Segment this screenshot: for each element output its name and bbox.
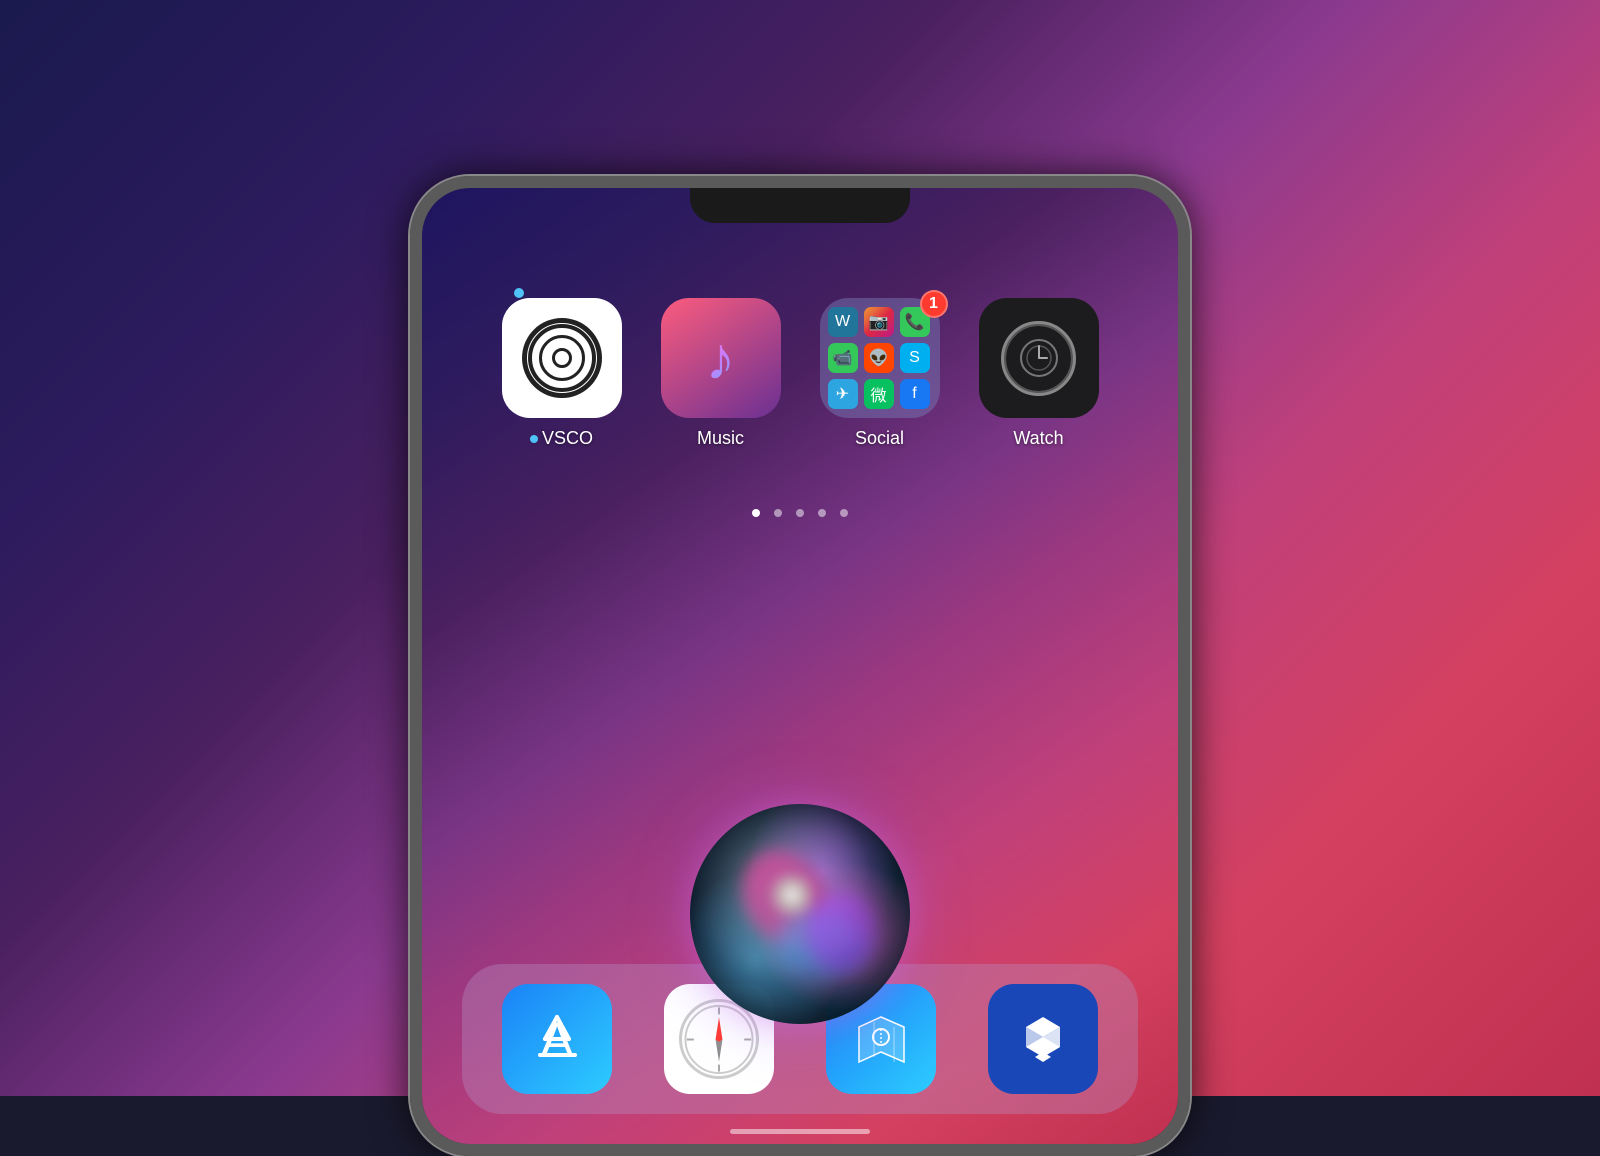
vsco-label: VSCO: [542, 428, 593, 449]
skype-mini-icon: S: [900, 343, 930, 373]
social-label: Social: [855, 428, 904, 449]
siri-center-glow: [767, 870, 817, 920]
page-dot-3[interactable]: [818, 509, 826, 517]
app-row: VSCO ♪ Music W: [422, 268, 1178, 459]
social-folder-icon[interactable]: W 📷 📞 📹 👽 S ✈ 微 f 1: [820, 298, 940, 418]
vsco-center: [552, 348, 572, 368]
siri-orb-container[interactable]: [690, 804, 910, 1024]
volume-up-button[interactable]: [410, 428, 412, 498]
volume-down-button[interactable]: [410, 518, 412, 588]
vsco-icon[interactable]: [502, 298, 622, 418]
watch-label: Watch: [1013, 428, 1063, 449]
wordpress-mini-icon: W: [828, 307, 858, 337]
appstore-symbol: A: [525, 1007, 590, 1072]
watch-face-svg: [1019, 338, 1059, 378]
music-label: Music: [697, 428, 744, 449]
silent-switch[interactable]: [410, 358, 412, 403]
facetime-mini-icon: 📹: [828, 343, 858, 373]
dock-item-appstore[interactable]: A: [502, 984, 612, 1094]
vsco-label-container: VSCO: [530, 428, 593, 449]
music-note-icon: ♪: [706, 324, 736, 393]
telegram-mini-icon: ✈: [828, 379, 858, 409]
vsco-notification-dot: [514, 288, 524, 298]
dropbox-symbol: [1011, 1007, 1076, 1072]
vsco-label-dot: [530, 435, 538, 443]
phone-container: VSCO ♪ Music W: [0, 0, 1600, 1096]
app-item-vsco[interactable]: VSCO: [502, 298, 622, 449]
social-badge: 1: [920, 290, 948, 318]
notch: [690, 188, 910, 223]
watch-face: [1001, 321, 1076, 396]
page-dot-0[interactable]: [752, 509, 760, 517]
appstore-icon[interactable]: A: [502, 984, 612, 1094]
phone-screen: VSCO ♪ Music W: [422, 188, 1178, 1144]
home-indicator[interactable]: [730, 1129, 870, 1134]
music-icon[interactable]: ♪: [661, 298, 781, 418]
page-dots: [422, 509, 1178, 517]
reddit-mini-icon: 👽: [864, 343, 894, 373]
dropbox-icon[interactable]: [988, 984, 1098, 1094]
wechat-mini-icon: 微: [864, 379, 894, 409]
instagram-mini-icon: 📷: [864, 307, 894, 337]
watch-icon[interactable]: [979, 298, 1099, 418]
page-dot-2[interactable]: [796, 509, 804, 517]
facebook-mini-icon: f: [900, 379, 930, 409]
phone-frame: VSCO ♪ Music W: [410, 176, 1190, 1156]
app-item-music[interactable]: ♪ Music: [661, 298, 781, 449]
app-item-social[interactable]: W 📷 📞 📹 👽 S ✈ 微 f 1: [820, 298, 940, 449]
siri-purple-glow: [807, 892, 877, 972]
power-button[interactable]: [1188, 388, 1190, 458]
page-dot-4[interactable]: [840, 509, 848, 517]
app-item-watch[interactable]: Watch: [979, 298, 1099, 449]
siri-orb[interactable]: [690, 804, 910, 1024]
vsco-inner: [522, 318, 602, 398]
page-dot-1[interactable]: [774, 509, 782, 517]
dock-item-dropbox[interactable]: [988, 984, 1098, 1094]
